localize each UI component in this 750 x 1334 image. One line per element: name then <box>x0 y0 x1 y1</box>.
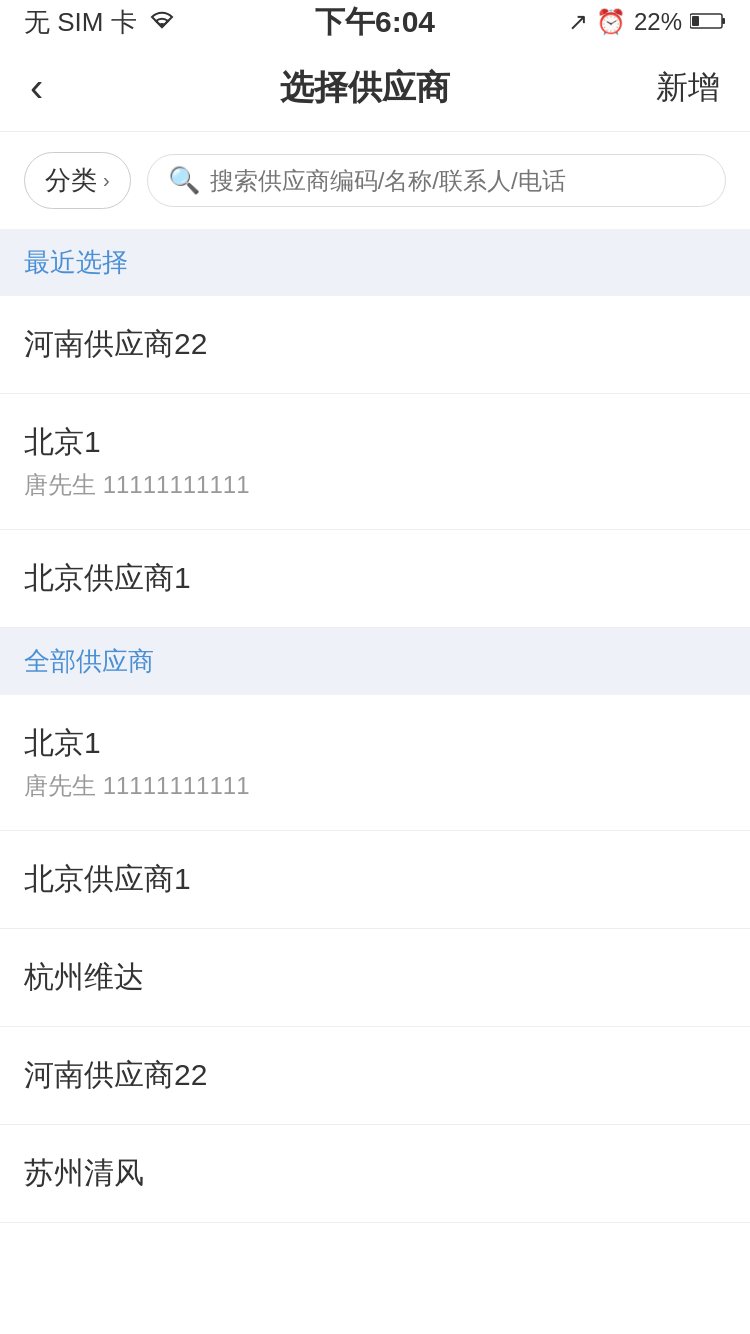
no-sim-text: 无 SIM 卡 <box>24 5 137 40</box>
page-title: 选择供应商 <box>90 65 640 111</box>
list-item[interactable]: 北京供应商1 <box>0 831 750 929</box>
search-input[interactable] <box>210 167 705 195</box>
all-section-header: 全部供应商 <box>0 628 750 695</box>
supplier-name: 河南供应商22 <box>24 1055 726 1096</box>
recent-section-header: 最近选择 <box>0 229 750 296</box>
status-time: 下午6:04 <box>315 2 435 43</box>
status-bar: 无 SIM 卡 下午6:04 ↗ ⏰ 22% <box>0 0 750 44</box>
wifi-icon <box>147 7 177 38</box>
supplier-name: 河南供应商22 <box>24 324 726 365</box>
status-right: ↗ ⏰ 22% <box>568 8 726 36</box>
svg-rect-1 <box>722 18 725 24</box>
list-item[interactable]: 河南供应商22 <box>0 296 750 394</box>
list-item[interactable]: 北京1 唐先生 11111111111 <box>0 695 750 831</box>
add-new-button[interactable]: 新增 <box>640 66 720 110</box>
battery-icon <box>690 8 726 36</box>
battery-text: 22% <box>634 8 682 36</box>
recent-section-title: 最近选择 <box>24 247 128 277</box>
recent-items-list: 河南供应商22 北京1 唐先生 11111111111 北京供应商1 <box>0 296 750 628</box>
back-button[interactable]: ‹ <box>30 65 90 110</box>
svg-rect-2 <box>692 16 699 26</box>
list-item[interactable]: 北京供应商1 <box>0 530 750 628</box>
supplier-name: 北京1 <box>24 422 726 463</box>
filter-bar: 分类 › 🔍 <box>0 132 750 229</box>
all-section-title: 全部供应商 <box>24 646 154 676</box>
supplier-name: 北京1 <box>24 723 726 764</box>
supplier-name: 北京供应商1 <box>24 859 726 900</box>
list-item[interactable]: 杭州维达 <box>0 929 750 1027</box>
all-items-list: 北京1 唐先生 11111111111 北京供应商1 杭州维达河南供应商22 苏州清风 <box>0 695 750 1223</box>
supplier-contact: 唐先生 11111111111 <box>24 469 726 501</box>
status-left: 无 SIM 卡 <box>24 5 177 40</box>
supplier-name: 杭州维达 <box>24 957 726 998</box>
supplier-contact: 唐先生 11111111111 <box>24 770 726 802</box>
list-item[interactable]: 河南供应商22 <box>0 1027 750 1125</box>
list-item[interactable]: 苏州清风 <box>0 1125 750 1223</box>
supplier-name: 苏州清风 <box>24 1153 726 1194</box>
list-item[interactable]: 北京1 唐先生 11111111111 <box>0 394 750 530</box>
category-label: 分类 <box>45 163 97 198</box>
alarm-icon: ⏰ <box>596 8 626 36</box>
chevron-right-icon: › <box>103 169 110 192</box>
category-button[interactable]: 分类 › <box>24 152 131 209</box>
nav-bar: ‹ 选择供应商 新增 <box>0 44 750 132</box>
search-icon: 🔍 <box>168 165 200 196</box>
supplier-name: 北京供应商1 <box>24 558 726 599</box>
search-box[interactable]: 🔍 <box>147 154 726 207</box>
location-icon: ↗ <box>568 8 588 36</box>
